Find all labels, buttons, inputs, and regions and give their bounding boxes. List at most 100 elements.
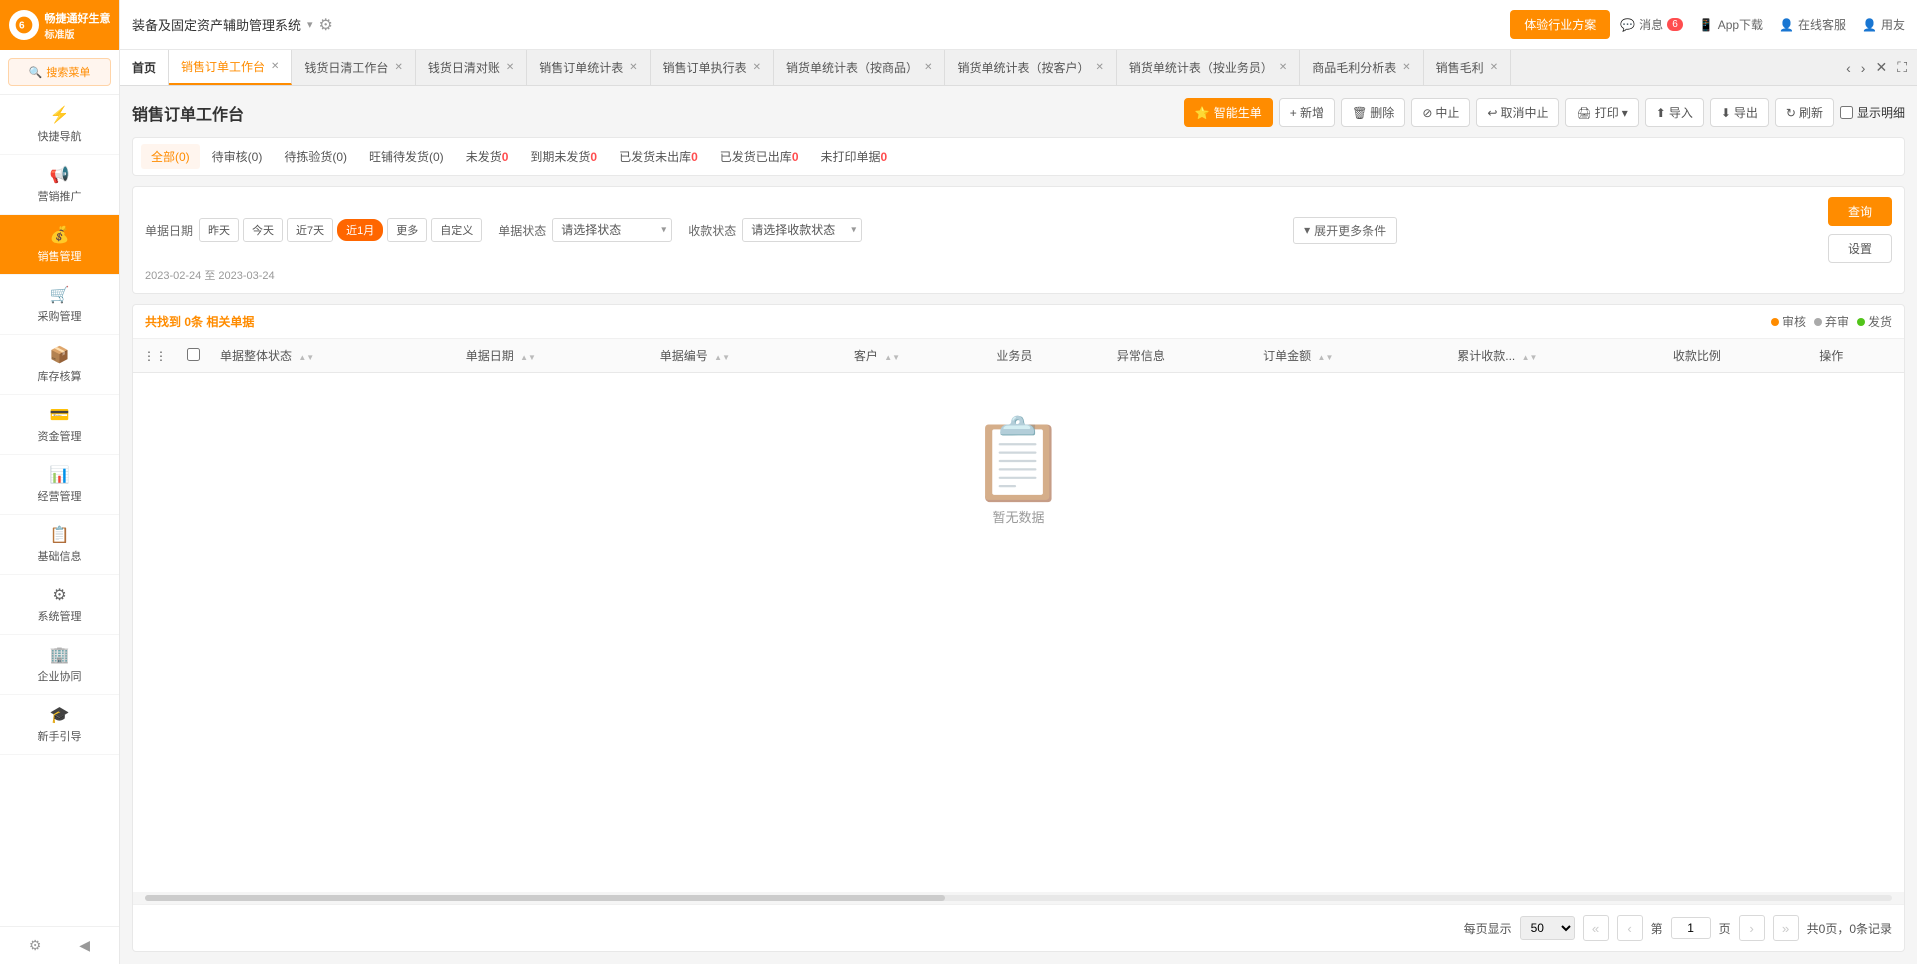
tab-close-button[interactable]: ✕ (1095, 62, 1103, 73)
sort-amount-icon[interactable]: ▲▼ (1318, 354, 1334, 362)
tab-close-button[interactable]: ✕ (271, 61, 279, 72)
sidebar-item-system[interactable]: ⚙ 系统管理 (0, 575, 119, 635)
smart-create-button[interactable]: ⭐ 智能生单 (1184, 98, 1273, 127)
tab-next-button[interactable]: › (1857, 58, 1870, 78)
ship-action[interactable]: 发货 (1857, 313, 1892, 330)
tab-sales-summary-customer[interactable]: 销货单统计表（按客户） ✕ (945, 50, 1116, 85)
messages-button[interactable]: 💬 消息 6 (1620, 16, 1683, 33)
tab-home[interactable]: 首页 (120, 50, 169, 85)
industry-solution-button[interactable]: 体验行业方案 (1510, 10, 1610, 39)
tab-close-button[interactable]: ✕ (753, 62, 761, 73)
date-today-button[interactable]: 今天 (243, 218, 283, 242)
sidebar-collapse-button[interactable]: ◀ (79, 937, 90, 954)
date-custom-button[interactable]: 自定义 (431, 218, 482, 242)
online-service-button[interactable]: 👤 在线客服 (1779, 16, 1846, 33)
tab-close-button[interactable]: ✕ (394, 62, 402, 73)
sidebar-item-enterprise[interactable]: 🏢 企业协同 (0, 635, 119, 695)
topbar-settings-button[interactable]: ⚙ (319, 15, 333, 35)
cancel-stop-button[interactable]: ↩ 取消中止 (1476, 98, 1559, 127)
tab-product-margin[interactable]: 商品毛利分析表 ✕ (1300, 50, 1423, 85)
date-last1month-button[interactable]: 近1月 (337, 219, 383, 241)
table-scroll[interactable]: ⋮⋮ 单据整体状态 ▲▼ 单据日期 ▲▼ (133, 339, 1904, 892)
sidebar-item-sales[interactable]: 💰 销售管理 (0, 215, 119, 275)
subtab-pending-review[interactable]: 待审核(0) (202, 144, 273, 169)
date-more-button[interactable]: 更多 (387, 218, 427, 242)
sidebar-item-finance[interactable]: 💳 资金管理 (0, 395, 119, 455)
sidebar-item-quick-nav[interactable]: ⚡ 快捷导航 (0, 95, 119, 155)
subtab-all[interactable]: 全部(0) (141, 144, 200, 169)
sidebar-item-label: 营销推广 (38, 188, 82, 204)
subtab-shipped-not-out[interactable]: 已发货未出库0 (609, 144, 708, 169)
show-details-checkbox[interactable] (1840, 106, 1853, 119)
subtab-not-shipped[interactable]: 未发货0 (456, 144, 519, 169)
sidebar-item-basic-info[interactable]: 📋 基础信息 (0, 515, 119, 575)
first-page-button[interactable]: « (1583, 915, 1609, 941)
sidebar-settings-button[interactable]: ⚙ (29, 937, 42, 954)
last-page-button[interactable]: » (1773, 915, 1799, 941)
show-details-checkbox-label[interactable]: 显示明细 (1840, 104, 1905, 121)
horizontal-scrollbar[interactable] (133, 892, 1904, 904)
subtab-not-printed[interactable]: 未打印单据0 (811, 144, 898, 169)
sidebar-item-purchase[interactable]: 🛒 采购管理 (0, 275, 119, 335)
tab-sales-exec[interactable]: 销售订单执行表 ✕ (651, 50, 774, 85)
scrollbar-thumb[interactable] (145, 895, 945, 901)
sidebar-item-inventory[interactable]: 📦 库存核算 (0, 335, 119, 395)
date-yesterday-button[interactable]: 昨天 (199, 218, 239, 242)
print-button[interactable]: 🖨 打印 ▾ (1565, 98, 1638, 127)
subtab-shipped-out[interactable]: 已发货已出库0 (710, 144, 809, 169)
review-action[interactable]: 审核 (1771, 313, 1806, 330)
tab-label: 钱货日清对账 (428, 59, 500, 76)
tab-sales-workbench[interactable]: 销售订单工作台 ✕ (169, 50, 292, 85)
tab-cash-reconcile[interactable]: 钱货日清对账 ✕ (416, 50, 527, 85)
tab-close-button[interactable]: ✕ (1490, 62, 1498, 73)
tab-sales-summary-product[interactable]: 销货单统计表（按商品） ✕ (774, 50, 945, 85)
tab-close-button[interactable]: ✕ (1402, 62, 1410, 73)
sort-date-icon[interactable]: ▲▼ (520, 354, 536, 362)
system-dropdown-button[interactable]: ▾ (307, 18, 313, 31)
cancel-review-action[interactable]: 弃审 (1814, 313, 1849, 330)
page-size-select[interactable]: 50 10 20 100 (1520, 916, 1575, 940)
tab-close-button[interactable]: ✕ (924, 62, 932, 73)
search-menu-button[interactable]: 🔍 搜索菜单 (8, 58, 111, 86)
sort-state-icon[interactable]: ▲▼ (298, 354, 314, 362)
scrollbar-track[interactable] (145, 895, 1892, 901)
next-page-button[interactable]: › (1739, 915, 1765, 941)
tab-close-all-button[interactable]: ✕ (1871, 57, 1891, 78)
tab-cash-daily[interactable]: 钱货日清工作台 ✕ (292, 50, 415, 85)
query-button[interactable]: 查询 (1828, 197, 1892, 226)
payment-select[interactable]: 请选择收款状态 (742, 218, 862, 242)
export-button[interactable]: ⬇ 导出 (1710, 98, 1769, 127)
tab-sales-stat[interactable]: 销售订单统计表 ✕ (527, 50, 650, 85)
sort-customer-icon[interactable]: ▲▼ (884, 354, 900, 362)
subtab-overdue-not-shipped[interactable]: 到期未发货0 (520, 144, 607, 169)
user-menu-button[interactable]: 👤 用友 (1862, 16, 1905, 33)
filter-payment-item: 收款状态 请选择收款状态 (688, 218, 862, 242)
tab-close-button[interactable]: ✕ (506, 62, 514, 73)
sort-collected-icon[interactable]: ▲▼ (1522, 354, 1538, 362)
sidebar-item-marketing[interactable]: 📢 营销推广 (0, 155, 119, 215)
sidebar-item-newbie[interactable]: 🎓 新手引导 (0, 695, 119, 755)
sort-no-icon[interactable]: ▲▼ (714, 354, 730, 362)
tab-fullscreen-button[interactable]: ⛶ (1893, 57, 1911, 78)
status-select[interactable]: 请选择状态 (552, 218, 672, 242)
import-button[interactable]: ⬆ 导入 (1645, 98, 1704, 127)
subtab-pending-inspect[interactable]: 待拣验货(0) (274, 144, 357, 169)
stop-button[interactable]: ⊘ 中止 (1411, 98, 1470, 127)
sidebar-item-operation[interactable]: 📊 经营管理 (0, 455, 119, 515)
tab-sales-summary-staff[interactable]: 销货单统计表（按业务员） ✕ (1117, 50, 1300, 85)
app-download-button[interactable]: 📱 App下载 (1699, 16, 1763, 33)
prev-page-button[interactable]: ‹ (1617, 915, 1643, 941)
date-last7-button[interactable]: 近7天 (287, 218, 333, 242)
expand-filter-button[interactable]: ▾ 展开更多条件 (1293, 217, 1397, 244)
delete-button[interactable]: 🗑 删除 (1341, 98, 1405, 127)
select-all-checkbox[interactable] (187, 348, 200, 361)
add-button[interactable]: + 新增 (1279, 98, 1335, 127)
tab-close-button[interactable]: ✕ (629, 62, 637, 73)
tab-prev-button[interactable]: ‹ (1842, 58, 1855, 78)
tab-sales-profit[interactable]: 销售毛利 ✕ (1424, 50, 1511, 85)
tab-close-button[interactable]: ✕ (1279, 62, 1287, 73)
page-number-input[interactable] (1671, 917, 1711, 939)
filter-settings-button[interactable]: 设置 (1828, 234, 1892, 263)
subtab-wang-pending[interactable]: 旺铺待发货(0) (359, 144, 454, 169)
refresh-button[interactable]: ↻ 刷新 (1775, 98, 1834, 127)
